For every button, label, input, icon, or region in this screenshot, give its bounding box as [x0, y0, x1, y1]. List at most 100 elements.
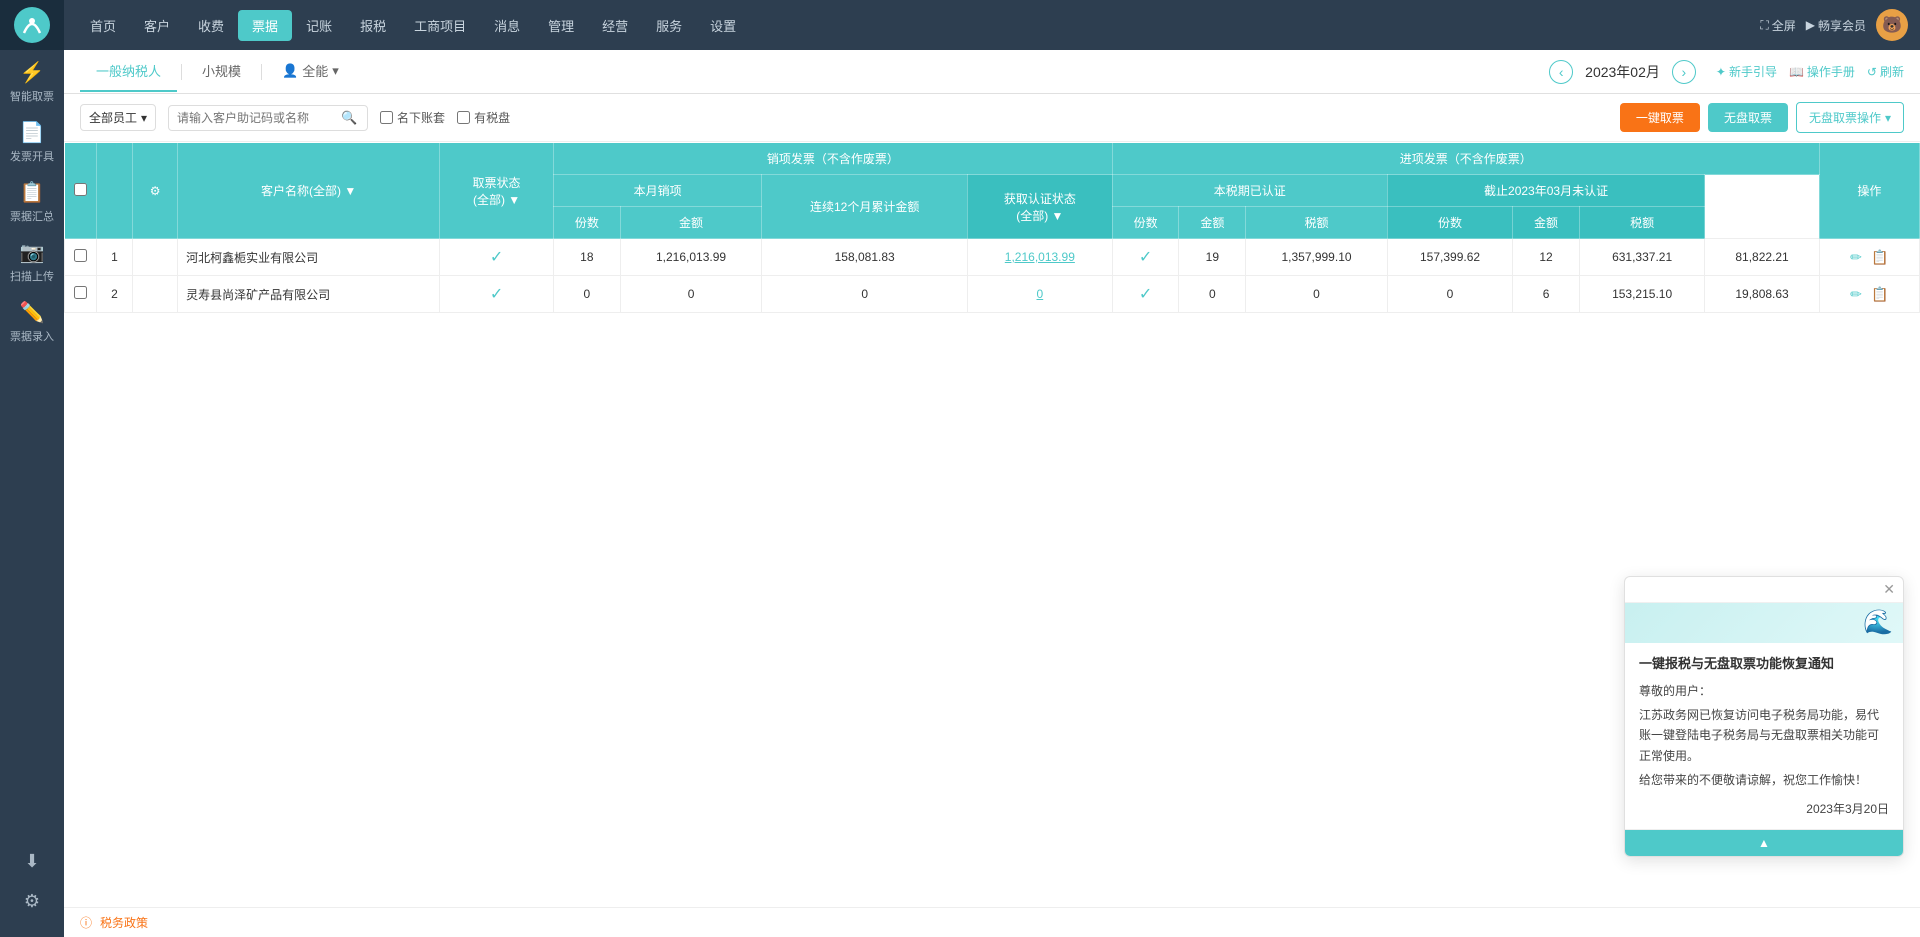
- th-num: [97, 143, 133, 239]
- avatar[interactable]: 🐻: [1876, 9, 1908, 41]
- nav-service[interactable]: 服务: [642, 10, 696, 41]
- sidebar-item-scan-upload[interactable]: 📷 扫描上传: [0, 230, 64, 290]
- lightning-icon: ⚡: [20, 60, 45, 85]
- row1-num: 1: [97, 239, 133, 276]
- sidebar-item-issue-invoice[interactable]: 📄 发票开具: [0, 110, 64, 170]
- row1-unrecog-amount: 631,337.21: [1579, 239, 1704, 276]
- topnav: 首页 客户 收费 票据 记账 报税 工商项目 消息 管理 经营 服务 设置 ⛶ …: [64, 0, 1920, 50]
- row2-checkbox[interactable]: [65, 276, 97, 313]
- tab-divider-1: [181, 64, 182, 80]
- th-unrecog-count: 份数: [1387, 207, 1512, 239]
- nav-message[interactable]: 消息: [480, 10, 534, 41]
- sidebar-bottom: ⬇ ⚙: [0, 841, 64, 937]
- newbie-guide-btn[interactable]: ✦ 新手引导: [1716, 63, 1777, 80]
- row1-sales-count: 18: [554, 239, 621, 276]
- sidebar-item-invoice-summary[interactable]: 📋 票据汇总: [0, 170, 64, 230]
- notification-close-btn[interactable]: ✕: [1883, 581, 1895, 598]
- edit-icon[interactable]: ✏: [1850, 249, 1862, 265]
- th-sales-group: 销项发票（不含作废票）: [554, 143, 1113, 175]
- view-icon-2[interactable]: 📋: [1871, 286, 1888, 302]
- th-unrecog-tax: 税额: [1579, 207, 1704, 239]
- date-next-btn[interactable]: ›: [1672, 60, 1696, 84]
- view-icon[interactable]: 📋: [1871, 249, 1888, 265]
- camera-icon: 📷: [20, 240, 45, 265]
- topnav-right: ⛶ 全屏 ▶ 畅享会员 🐻: [1760, 9, 1908, 41]
- sub-account-check[interactable]: [380, 111, 393, 124]
- row1-checkbox[interactable]: [65, 239, 97, 276]
- sidebar-download[interactable]: ⬇: [0, 841, 64, 881]
- th-sales-count: 份数: [554, 207, 621, 239]
- employee-select[interactable]: 全部员工 ▾: [80, 104, 156, 131]
- row2-sales-tax: 0: [762, 276, 968, 313]
- nav-invoice[interactable]: 票据: [238, 10, 292, 41]
- row1-customer: 河北柯鑫栀实业有限公司: [178, 239, 440, 276]
- row2-check[interactable]: [74, 286, 87, 299]
- manual-btn[interactable]: 📖 操作手册: [1789, 63, 1855, 80]
- row1-sales-tax: 158,081.83: [762, 239, 968, 276]
- cumulative-link[interactable]: 1,216,013.99: [1005, 250, 1075, 264]
- search-icon: 🔍: [341, 110, 357, 126]
- th-purchase-group: 进项发票（不含作废票）: [1112, 143, 1819, 175]
- sidebar-settings[interactable]: ⚙: [0, 881, 64, 921]
- notification-body2: 给您带来的不便敬请谅解，祝您工作愉快！: [1639, 770, 1889, 790]
- row2-unrecog-tax: 19,808.63: [1705, 276, 1820, 313]
- cumulative-link-2[interactable]: 0: [1037, 287, 1044, 301]
- nav-finance[interactable]: 经营: [588, 10, 642, 41]
- row1-cumulative[interactable]: 1,216,013.99: [967, 239, 1112, 276]
- tab-all[interactable]: 👤 全能 ▾: [266, 51, 355, 92]
- table-row: 1 河北柯鑫栀实业有限公司 ✓ 18 1,216,013.99 158,081.…: [65, 239, 1920, 276]
- document-icon: 📄: [20, 120, 45, 145]
- one-click-fetch-btn[interactable]: 一键取票: [1620, 103, 1700, 132]
- th-recognition-status: 获取认证状态(全部) ▼: [967, 175, 1112, 239]
- row2-cumulative[interactable]: 0: [967, 276, 1112, 313]
- nav-bookkeeping[interactable]: 记账: [292, 10, 346, 41]
- th-checkbox: [65, 143, 97, 239]
- sidebar-item-smart-fetch[interactable]: ⚡ 智能取票: [0, 50, 64, 110]
- fullscreen-icon: ⛶: [1760, 18, 1768, 33]
- guide-icon: ✦: [1716, 65, 1726, 79]
- tab-general-taxpayer[interactable]: 一般纳税人: [80, 51, 177, 92]
- recognition-check-icon: ✓: [1139, 249, 1152, 266]
- row1-purchase-count: 19: [1179, 239, 1246, 276]
- no-disk-fetch-btn[interactable]: 无盘取票: [1708, 103, 1788, 132]
- select-all-checkbox[interactable]: [74, 183, 87, 196]
- row1-unrecog-tax: 81,822.21: [1705, 239, 1820, 276]
- member-btn[interactable]: ▶ 畅享会员: [1806, 17, 1866, 34]
- th-unrecog-amount: 金额: [1513, 207, 1580, 239]
- sub-account-checkbox[interactable]: 名下账套: [380, 109, 445, 126]
- row1-sales-amount: 1,216,013.99: [620, 239, 762, 276]
- row2-settings: [133, 276, 178, 313]
- filter-actions: 一键取票 无盘取票 无盘取票操作 ▾: [1620, 102, 1904, 133]
- tab-small-scale[interactable]: 小规模: [186, 51, 257, 92]
- has-tax-disk-check[interactable]: [457, 111, 470, 124]
- row2-unrecog-count: 6: [1513, 276, 1580, 313]
- dropdown-icon: ▾: [332, 63, 339, 79]
- th-cumulative: 连续12个月累计金额: [762, 175, 968, 239]
- nav-billing[interactable]: 收费: [184, 10, 238, 41]
- nav-biz-project[interactable]: 工商项目: [400, 10, 480, 41]
- row1-unrecog-count: 12: [1513, 239, 1580, 276]
- has-tax-disk-checkbox[interactable]: 有税盘: [457, 109, 510, 126]
- row1-action: ✏ 📋: [1819, 239, 1919, 276]
- row2-purchase-amount: 0: [1246, 276, 1388, 313]
- nav-home[interactable]: 首页: [76, 10, 130, 41]
- sidebar-item-data-entry[interactable]: ✏️ 票据录入: [0, 290, 64, 350]
- row2-customer: 灵寿县尚泽矿产品有限公司: [178, 276, 440, 313]
- row1-check[interactable]: [74, 249, 87, 262]
- notification-scroll-btn[interactable]: ▲: [1625, 830, 1903, 856]
- refresh-btn[interactable]: ↺ 刷新: [1867, 63, 1904, 80]
- no-disk-ops-btn[interactable]: 无盘取票操作 ▾: [1796, 102, 1904, 133]
- sidebar-item-label: 扫描上传: [10, 268, 54, 284]
- table-row: 2 灵寿县尚泽矿产品有限公司 ✓ 0 0 0 0 ✓ 0 0 0 6 153,2…: [65, 276, 1920, 313]
- search-input[interactable]: [177, 111, 337, 125]
- th-this-period-recognized: 本税期已认证: [1112, 175, 1387, 207]
- tax-policy-link[interactable]: 税务政策: [100, 914, 148, 931]
- nav-settings[interactable]: 设置: [696, 10, 750, 41]
- nav-tax[interactable]: 报税: [346, 10, 400, 41]
- date-prev-btn[interactable]: ‹: [1549, 60, 1573, 84]
- nav-client[interactable]: 客户: [130, 10, 184, 41]
- edit-icon-2[interactable]: ✏: [1850, 286, 1862, 302]
- nav-manage[interactable]: 管理: [534, 10, 588, 41]
- row1-purchase-tax: 157,399.62: [1387, 239, 1512, 276]
- fullscreen-btn[interactable]: ⛶ 全屏: [1760, 17, 1795, 34]
